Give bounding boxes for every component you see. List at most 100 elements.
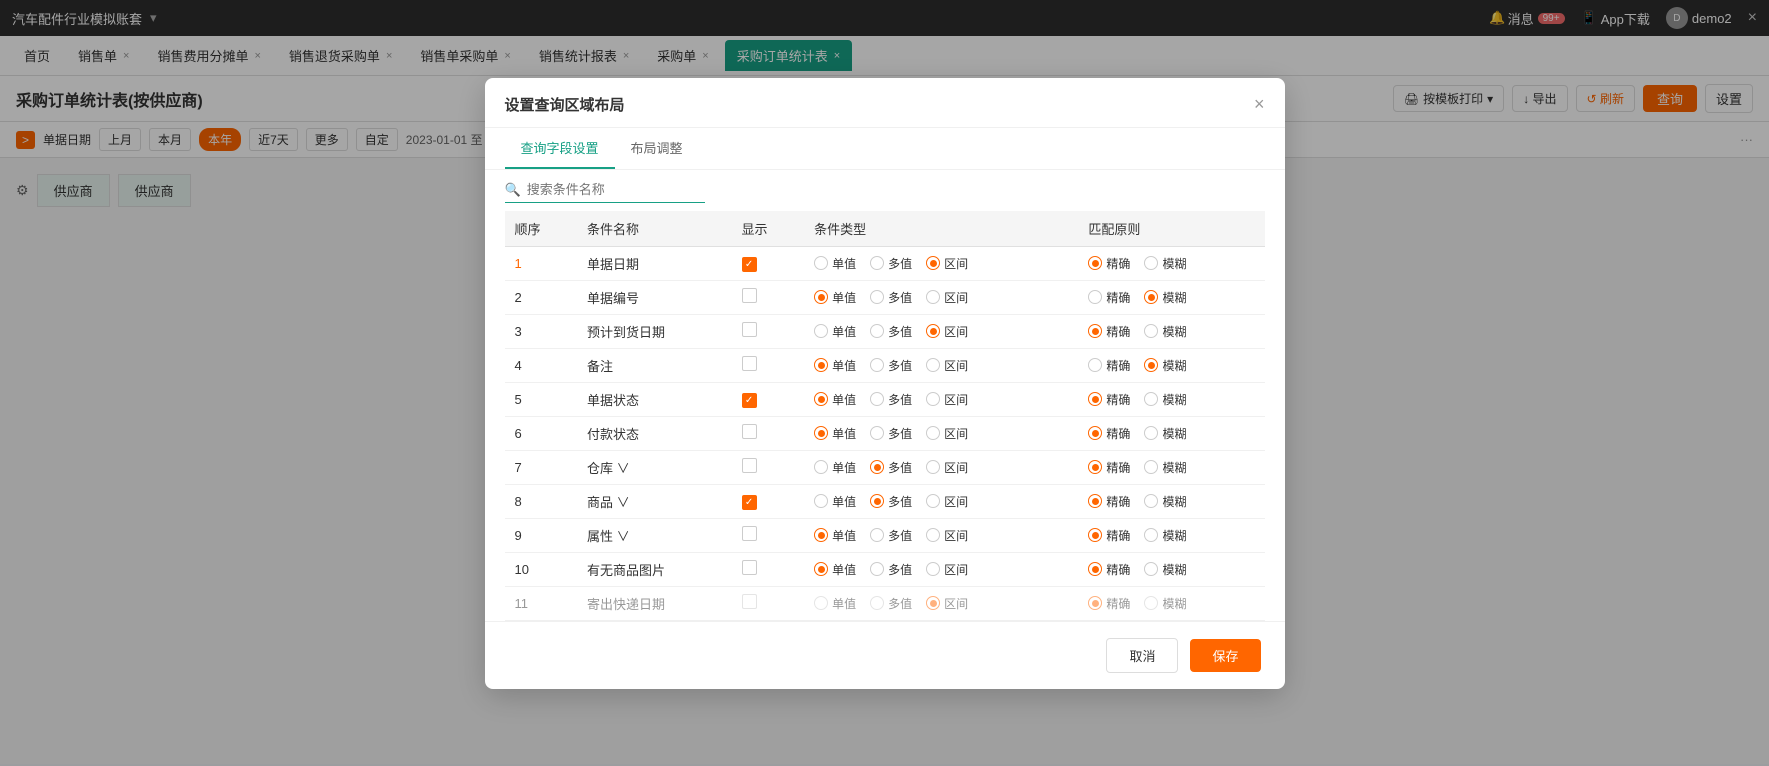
type-radio-single[interactable]: 单值 (814, 425, 856, 442)
match-radio-exact[interactable]: 精确 (1088, 357, 1130, 374)
display-checkbox[interactable] (742, 322, 757, 337)
match-radio-fuzzy[interactable]: 模糊 (1144, 323, 1186, 340)
display-checkbox[interactable] (742, 495, 757, 510)
type-radio-range[interactable]: 区间 (926, 425, 968, 442)
radio-circle (926, 392, 940, 406)
radio-circle (1088, 562, 1102, 576)
dialog-close-btn[interactable]: × (1254, 95, 1265, 113)
col-order: 顺序 (505, 211, 578, 247)
type-radio-multi[interactable]: 多值 (870, 425, 912, 442)
cell-display[interactable] (732, 552, 805, 586)
cell-name: 属性 ∨ (577, 518, 732, 552)
match-radio-exact[interactable]: 精确 (1088, 289, 1130, 306)
save-button[interactable]: 保存 (1190, 639, 1260, 672)
type-radio-multi[interactable]: 多值 (870, 527, 912, 544)
match-radio-fuzzy[interactable]: 模糊 (1144, 289, 1186, 306)
cell-display[interactable] (732, 586, 805, 620)
tab-layout-adjust-label: 布局调整 (631, 141, 683, 156)
cell-order: 3 (505, 314, 578, 348)
radio-circle (870, 290, 884, 304)
type-radio-single[interactable]: 单值 (814, 323, 856, 340)
type-radio-range[interactable]: 区间 (926, 459, 968, 476)
display-checkbox[interactable] (742, 594, 757, 609)
cell-display[interactable] (732, 382, 805, 416)
match-radio-fuzzy[interactable]: 模糊 (1144, 255, 1186, 272)
type-radio-range[interactable]: 区间 (926, 561, 968, 578)
cell-match: 精确模糊 (1078, 416, 1264, 450)
type-radio-single[interactable]: 单值 (814, 357, 856, 374)
match-radio-fuzzy[interactable]: 模糊 (1144, 425, 1186, 442)
match-radio-fuzzy[interactable]: 模糊 (1144, 459, 1186, 476)
type-radio-multi[interactable]: 多值 (870, 357, 912, 374)
display-checkbox[interactable] (742, 526, 757, 541)
cell-display[interactable] (732, 280, 805, 314)
radio-label: 单值 (832, 527, 856, 544)
type-radio-range[interactable]: 区间 (926, 255, 968, 272)
match-radio-fuzzy[interactable]: 模糊 (1144, 527, 1186, 544)
match-radio-exact[interactable]: 精确 (1088, 459, 1130, 476)
type-radio-multi[interactable]: 多值 (870, 255, 912, 272)
match-radio-fuzzy[interactable]: 模糊 (1144, 357, 1186, 374)
match-radio-fuzzy[interactable]: 模糊 (1144, 493, 1186, 510)
type-radio-range[interactable]: 区间 (926, 391, 968, 408)
cell-display[interactable] (732, 416, 805, 450)
display-checkbox[interactable] (742, 560, 757, 575)
table-row: 6付款状态单值多值区间精确模糊 (505, 416, 1265, 450)
type-radio-multi[interactable]: 多值 (870, 561, 912, 578)
cell-order: 7 (505, 450, 578, 484)
match-radio-exact[interactable]: 精确 (1088, 561, 1130, 578)
type-radio-single[interactable]: 单值 (814, 289, 856, 306)
cell-display[interactable] (732, 246, 805, 280)
match-radio-fuzzy[interactable]: 模糊 (1144, 595, 1186, 612)
display-checkbox[interactable] (742, 393, 757, 408)
match-radio-fuzzy[interactable]: 模糊 (1144, 391, 1186, 408)
type-radio-single[interactable]: 单值 (814, 255, 856, 272)
display-checkbox[interactable] (742, 458, 757, 473)
type-radio-single[interactable]: 单值 (814, 459, 856, 476)
match-radio-exact[interactable]: 精确 (1088, 255, 1130, 272)
cancel-button[interactable]: 取消 (1106, 638, 1178, 673)
cell-display[interactable] (732, 484, 805, 518)
type-radio-single[interactable]: 单值 (814, 527, 856, 544)
tab-query-field[interactable]: 查询字段设置 (505, 128, 615, 169)
type-radio-range[interactable]: 区间 (926, 527, 968, 544)
search-input[interactable] (527, 182, 705, 197)
cell-type: 单值多值区间 (804, 450, 1078, 484)
type-radio-multi[interactable]: 多值 (870, 493, 912, 510)
type-radio-multi[interactable]: 多值 (870, 289, 912, 306)
match-radio-exact[interactable]: 精确 (1088, 493, 1130, 510)
match-radio-exact[interactable]: 精确 (1088, 425, 1130, 442)
type-radio-single[interactable]: 单值 (814, 391, 856, 408)
type-radio-range[interactable]: 区间 (926, 289, 968, 306)
type-radio-single[interactable]: 单值 (814, 561, 856, 578)
type-radio-range[interactable]: 区间 (926, 595, 968, 612)
type-radio-multi[interactable]: 多值 (870, 595, 912, 612)
cell-match: 精确模糊 (1078, 382, 1264, 416)
match-radio-exact[interactable]: 精确 (1088, 527, 1130, 544)
display-checkbox[interactable] (742, 356, 757, 371)
type-radio-multi[interactable]: 多值 (870, 391, 912, 408)
cell-display[interactable] (732, 348, 805, 382)
match-radio-exact[interactable]: 精确 (1088, 391, 1130, 408)
type-radio-single[interactable]: 单值 (814, 595, 856, 612)
cell-display[interactable] (732, 518, 805, 552)
radio-circle (870, 494, 884, 508)
display-checkbox[interactable] (742, 424, 757, 439)
col-match: 匹配原则 (1078, 211, 1264, 247)
tab-layout-adjust[interactable]: 布局调整 (615, 128, 699, 169)
type-radio-range[interactable]: 区间 (926, 493, 968, 510)
type-radio-range[interactable]: 区间 (926, 323, 968, 340)
match-radio-exact[interactable]: 精确 (1088, 323, 1130, 340)
display-checkbox[interactable] (742, 288, 757, 303)
cell-display[interactable] (732, 314, 805, 348)
cell-name: 寄出快递日期 (577, 586, 732, 620)
match-radio-exact[interactable]: 精确 (1088, 595, 1130, 612)
display-checkbox[interactable] (742, 257, 757, 272)
type-radio-single[interactable]: 单值 (814, 493, 856, 510)
type-radio-range[interactable]: 区间 (926, 357, 968, 374)
cell-display[interactable] (732, 450, 805, 484)
type-radio-multi[interactable]: 多值 (870, 323, 912, 340)
radio-circle (1088, 392, 1102, 406)
type-radio-multi[interactable]: 多值 (870, 459, 912, 476)
match-radio-fuzzy[interactable]: 模糊 (1144, 561, 1186, 578)
